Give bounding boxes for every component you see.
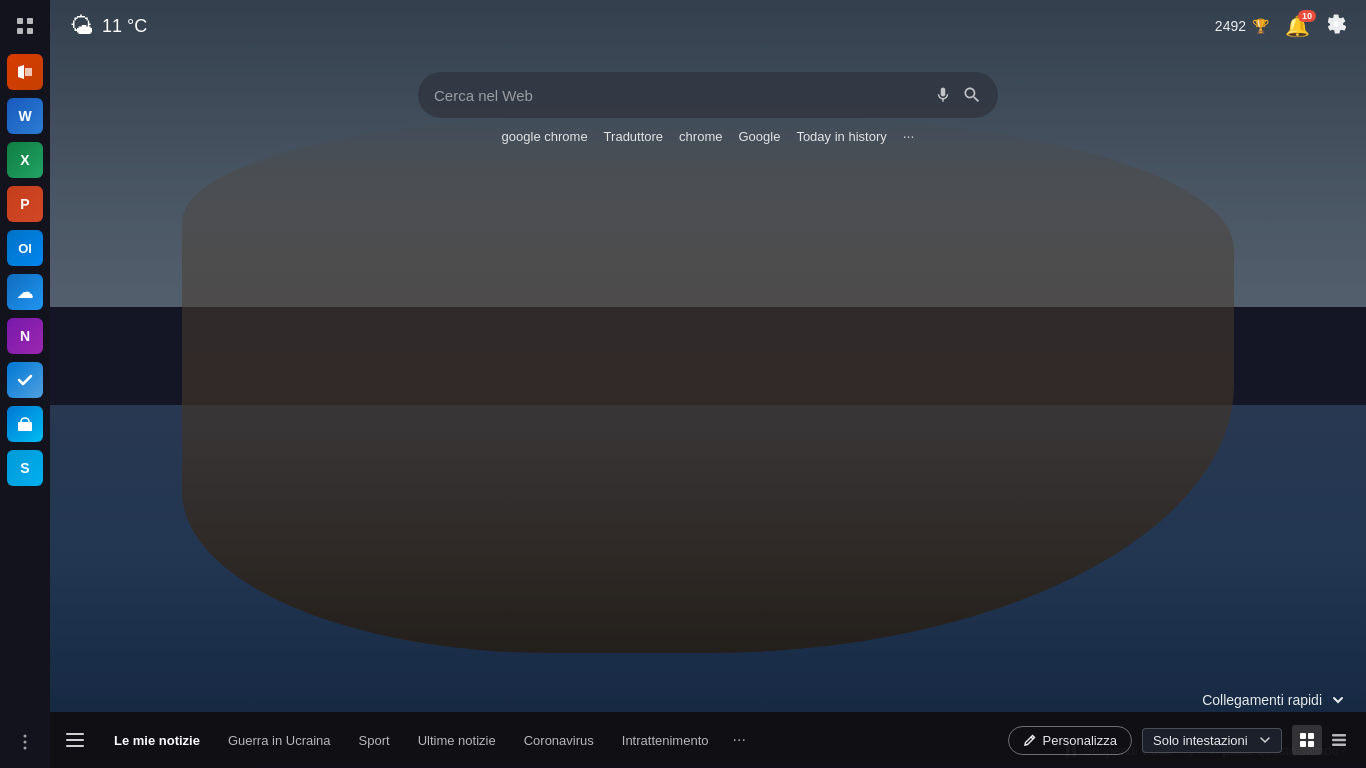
svg-rect-3: [27, 28, 33, 34]
svg-rect-11: [1308, 733, 1314, 739]
suggestion-traduttore[interactable]: Traduttore: [604, 129, 664, 144]
svg-rect-14: [1332, 734, 1346, 737]
sidebar-item-outlook[interactable]: Ol: [7, 230, 43, 266]
tab-latest-news[interactable]: Ultime notizie: [406, 727, 508, 754]
sidebar-item-onedrive[interactable]: ☁: [7, 274, 43, 310]
sidebar-item-skype[interactable]: S: [7, 450, 43, 486]
svg-rect-16: [1332, 744, 1346, 747]
quick-links-button[interactable]: Collegamenti rapidi: [1202, 692, 1346, 708]
view-select-label: Solo intestazioni: [1153, 733, 1248, 748]
content-area: Collegamenti rapidi Sospendi video Ti pi…: [50, 154, 1366, 768]
svg-point-5: [24, 735, 27, 738]
svg-rect-15: [1332, 739, 1346, 742]
notifications-button[interactable]: 🔔 10: [1285, 14, 1310, 38]
tab-coronavirus[interactable]: Coronavirus: [512, 727, 606, 754]
sidebar-more-button[interactable]: [7, 724, 43, 760]
sidebar-item-excel[interactable]: X: [7, 142, 43, 178]
points-display[interactable]: 2492 🏆: [1215, 18, 1269, 34]
view-select-dropdown[interactable]: Solo intestazioni: [1142, 728, 1282, 753]
trophy-icon: 🏆: [1252, 18, 1269, 34]
tab-sport[interactable]: Sport: [347, 727, 402, 754]
sidebar-item-onenote[interactable]: N: [7, 318, 43, 354]
sidebar-item-word[interactable]: W: [7, 98, 43, 134]
points-value: 2492: [1215, 18, 1246, 34]
grid-view-button[interactable]: [1292, 725, 1322, 755]
sidebar-item-office[interactable]: [7, 54, 43, 90]
news-tabs: Le mie notizie Guerra in Ucraina Sport U…: [102, 725, 1000, 755]
svg-rect-4: [18, 422, 32, 431]
quick-links-label: Collegamenti rapidi: [1202, 692, 1322, 708]
search-area: google chrome Traduttore chrome Google T…: [50, 52, 1366, 154]
notification-badge: 10: [1298, 10, 1316, 22]
sidebar-item-todo[interactable]: [7, 362, 43, 398]
topbar-right: 2492 🏆 🔔 10: [1215, 14, 1346, 39]
tabs-more-button[interactable]: ···: [725, 725, 754, 755]
weather-temperature: 11 °C: [102, 16, 147, 37]
search-button[interactable]: [962, 85, 982, 105]
svg-point-6: [24, 741, 27, 744]
svg-rect-0: [17, 18, 23, 24]
microphone-button[interactable]: [934, 86, 952, 104]
weather-widget[interactable]: 🌤 11 °C: [70, 12, 147, 40]
bottom-actions: Personalizza Solo intestazioni: [1008, 725, 1354, 755]
search-suggestions: google chrome Traduttore chrome Google T…: [502, 128, 915, 144]
svg-rect-1: [27, 18, 33, 24]
tab-entertainment[interactable]: Intrattenimento: [610, 727, 721, 754]
bottom-bar: Le mie notizie Guerra in Ucraina Sport U…: [50, 712, 1366, 768]
sidebar: W X P Ol ☁ N S: [0, 0, 50, 768]
search-box: [418, 72, 998, 118]
search-input[interactable]: [434, 87, 924, 104]
suggestion-today-in-history[interactable]: Today in history: [796, 129, 886, 144]
personalize-label: Personalizza: [1043, 733, 1117, 748]
tab-my-news[interactable]: Le mie notizie: [102, 727, 212, 754]
topbar: 🌤 11 °C 2492 🏆 🔔 10: [50, 0, 1366, 52]
svg-rect-10: [1300, 733, 1306, 739]
main-content: 🌤 11 °C 2492 🏆 🔔 10: [50, 0, 1366, 768]
sidebar-item-store[interactable]: [7, 406, 43, 442]
svg-point-7: [24, 747, 27, 750]
view-icons: [1292, 725, 1354, 755]
suggestion-google-chrome[interactable]: google chrome: [502, 129, 588, 144]
suggestions-more-button[interactable]: ···: [903, 128, 915, 144]
svg-rect-13: [1308, 741, 1314, 747]
tab-war-ukraine[interactable]: Guerra in Ucraina: [216, 727, 343, 754]
svg-rect-12: [1300, 741, 1306, 747]
sidebar-item-powerpoint[interactable]: P: [7, 186, 43, 222]
list-view-button[interactable]: [1324, 725, 1354, 755]
hamburger-menu-button[interactable]: [62, 724, 94, 756]
apps-grid-button[interactable]: [7, 8, 43, 44]
suggestion-google[interactable]: Google: [738, 129, 780, 144]
personalize-button[interactable]: Personalizza: [1008, 726, 1132, 755]
weather-icon: 🌤: [70, 12, 94, 40]
settings-button[interactable]: [1326, 14, 1346, 39]
suggestion-chrome[interactable]: chrome: [679, 129, 722, 144]
svg-rect-2: [17, 28, 23, 34]
quick-links-bar: Collegamenti rapidi: [1202, 692, 1346, 708]
